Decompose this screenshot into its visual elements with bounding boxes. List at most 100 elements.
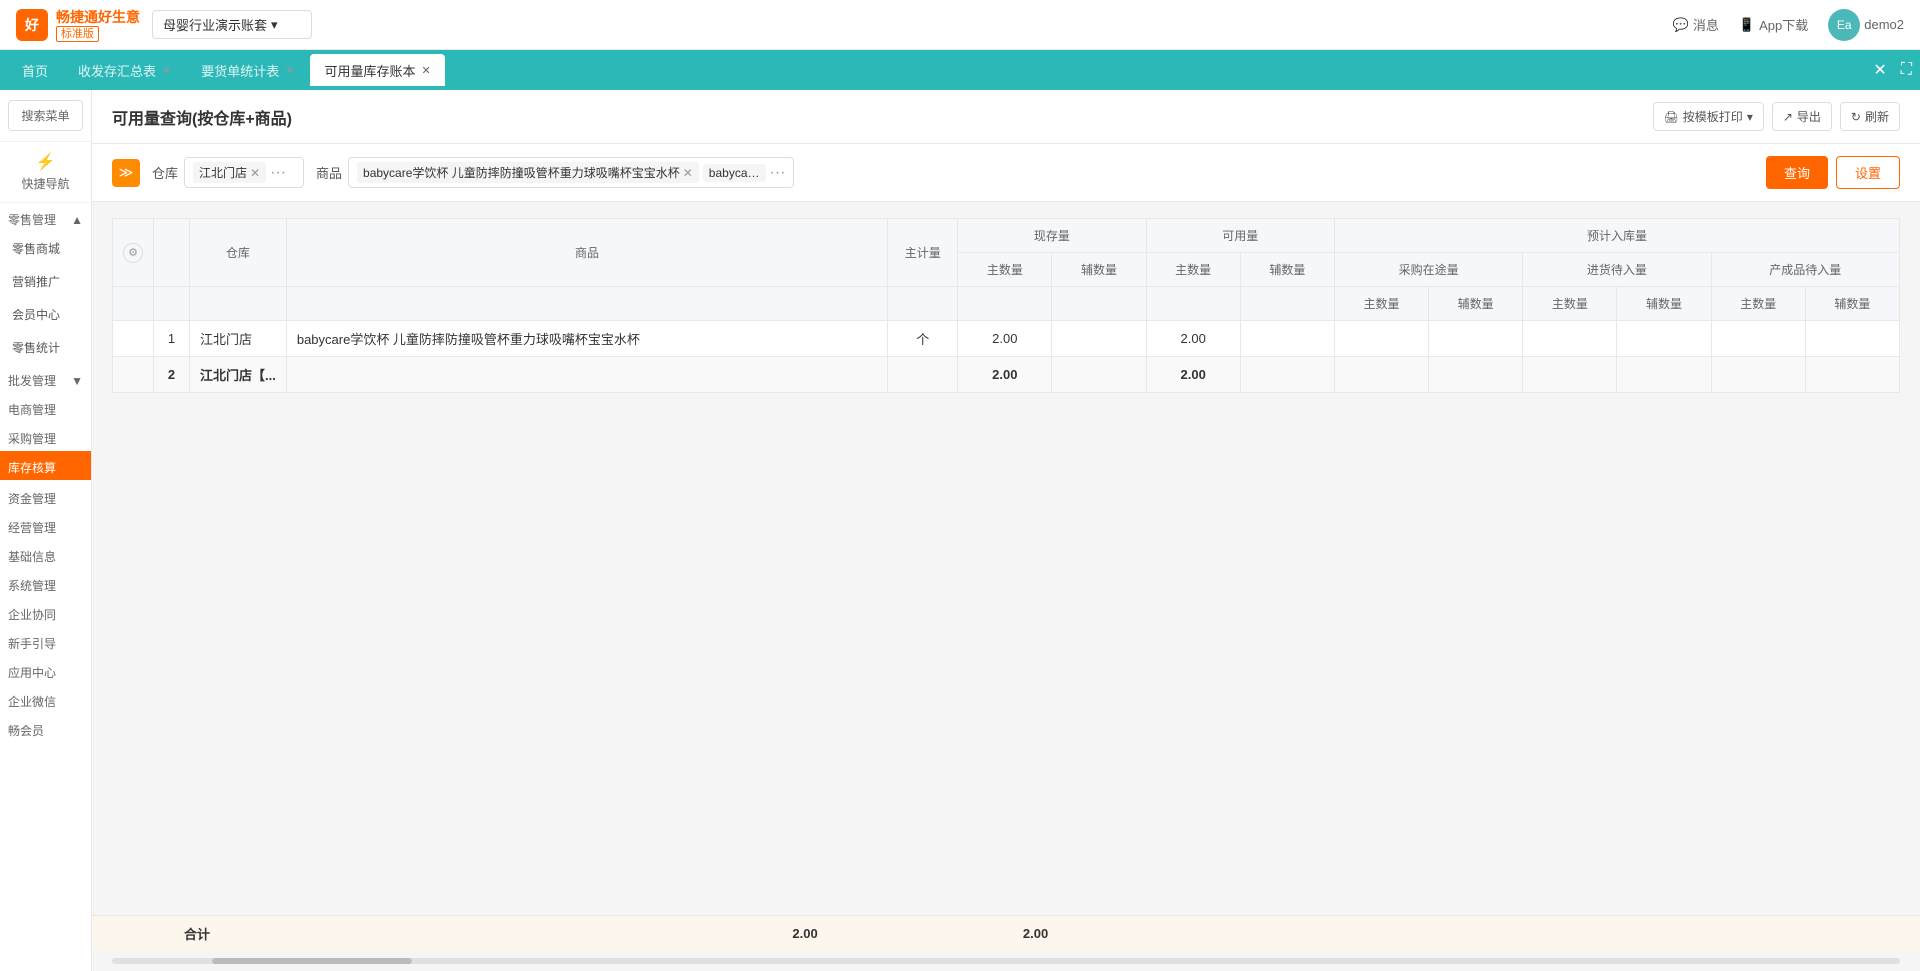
- row-incoming-main-1: [1523, 321, 1617, 357]
- tab-home-label: 首页: [22, 61, 48, 80]
- product-filter-input[interactable]: babycare学饮杯 儿童防摔防撞吸管杯重力球吸嘴杯宝宝水杯 ✕ babyca…: [348, 157, 794, 188]
- tab-available-stock[interactable]: 可用量库存账本 ✕: [310, 54, 444, 86]
- column-settings-button[interactable]: ⚙: [123, 243, 143, 263]
- refresh-icon: ↻: [1851, 110, 1861, 124]
- sidebar-section-purchase[interactable]: 采购管理: [0, 422, 91, 451]
- product-filter-more[interactable]: ···: [770, 164, 786, 182]
- row-available-aux-1: [1240, 321, 1334, 357]
- refresh-button[interactable]: ↻ 刷新: [1840, 102, 1900, 131]
- sidebar-section-wholesale[interactable]: 批发管理 ▼: [0, 364, 91, 393]
- quick-nav-icon: ⚡: [36, 152, 56, 172]
- warehouse-filter-label: 仓库: [152, 163, 178, 182]
- inventory-section-label: 库存核算: [8, 459, 56, 476]
- enterprise-wechat-label: 企业微信: [8, 693, 56, 710]
- footer-empty-1: [112, 924, 148, 943]
- page-header: 可用量查询(按仓库+商品) 🖨 按模板打印 ▾ ↗ 导出 ↻ 刷新: [92, 90, 1920, 144]
- th-empty-1: [113, 287, 154, 321]
- warehouse-tag: 江北门店 ✕: [193, 162, 266, 183]
- sidebar-section-newbie[interactable]: 新手引导: [0, 627, 91, 656]
- close-all-tabs-button[interactable]: ✕: [1865, 56, 1894, 84]
- th-incoming-main: 主数量: [1523, 287, 1617, 321]
- sidebar-section-basic-info[interactable]: 基础信息: [0, 540, 91, 569]
- th-current-main: 主数量: [958, 253, 1052, 287]
- sidebar-section-ecommerce[interactable]: 电商管理: [0, 393, 91, 422]
- footer-available-aux: [1093, 924, 1208, 943]
- warehouse-tag-remove[interactable]: ✕: [250, 166, 260, 180]
- table-row: 1 江北门店 babycare学饮杯 儿童防摔防撞吸管杯重力球吸嘴杯宝宝水杯 个…: [113, 321, 1900, 357]
- filter-toggle-button[interactable]: ≫: [112, 159, 140, 187]
- app-icon: 📱: [1739, 17, 1755, 33]
- page-title: 可用量查询(按仓库+商品): [112, 105, 292, 141]
- scroll-thumb[interactable]: [212, 958, 412, 964]
- nav-tabs: 首页 收发存汇总表 ✕ 要货单统计表 ✕ 可用量库存账本 ✕ ✕ ⛶: [0, 50, 1920, 90]
- th-row-num: [154, 219, 190, 287]
- message-icon: 💬: [1673, 17, 1689, 33]
- industry-selector[interactable]: 母婴行业演示账套 ▾: [152, 10, 312, 39]
- sidebar-section-enterprise[interactable]: 企业协同: [0, 598, 91, 627]
- finance-section-label: 资金管理: [8, 490, 56, 507]
- app-download-button[interactable]: 📱 App下载: [1739, 15, 1808, 34]
- sidebar-section-finance[interactable]: 资金管理: [0, 482, 91, 511]
- row-unit-2: [888, 357, 958, 393]
- tab-available-stock-close[interactable]: ✕: [422, 64, 431, 77]
- enterprise-section-label: 企业协同: [8, 606, 56, 623]
- row-incoming-aux-2: [1617, 357, 1711, 393]
- sidebar-item-quick-nav[interactable]: ⚡ 快捷导航: [0, 142, 91, 203]
- message-button[interactable]: 💬 消息: [1673, 15, 1719, 34]
- logo-area: 好 畅捷通好生意 标准版: [16, 8, 140, 42]
- sidebar-section-inventory[interactable]: 库存核算: [0, 451, 91, 480]
- chang-member-label: 畅会员: [8, 722, 44, 739]
- tab-home[interactable]: 首页: [8, 54, 62, 86]
- sidebar-section-enterprise-wechat[interactable]: 企业微信: [0, 685, 91, 714]
- sidebar-section-app-center[interactable]: 应用中心: [0, 656, 91, 685]
- sidebar-item-retail-stats[interactable]: 零售统计: [0, 331, 91, 364]
- tab-receivable-close[interactable]: ✕: [162, 64, 171, 77]
- search-menu-button[interactable]: 搜索菜单: [8, 100, 83, 131]
- row-current-aux-2: [1052, 357, 1146, 393]
- export-icon: ↗: [1783, 110, 1793, 124]
- sidebar-section-system[interactable]: 系统管理: [0, 569, 91, 598]
- row-current-main-1: 2.00: [958, 321, 1052, 357]
- tab-order-stats-close[interactable]: ✕: [285, 64, 294, 77]
- export-button[interactable]: ↗ 导出: [1772, 102, 1832, 131]
- sidebar-section-operations[interactable]: 经营管理: [0, 511, 91, 540]
- sidebar-section-chang-member[interactable]: 畅会员: [0, 714, 91, 743]
- logo-main-text: 畅捷通好生意: [56, 8, 140, 26]
- wholesale-section-label: 批发管理: [8, 372, 56, 389]
- settings-button[interactable]: 设置: [1836, 156, 1900, 189]
- sidebar-item-members[interactable]: 会员中心: [0, 298, 91, 331]
- user-profile[interactable]: Ea demo2: [1828, 9, 1904, 41]
- footer-finished-main: [1669, 924, 1784, 943]
- quick-nav-label: 快捷导航: [21, 175, 69, 192]
- maximize-button[interactable]: ⛶: [1901, 61, 1912, 79]
- footer-purchase-aux: [1324, 924, 1439, 943]
- row-purchase-aux-2: [1429, 357, 1523, 393]
- table-container[interactable]: ⚙ 仓库 商品 主计量 现存量 可用量 预计入库量 主数量 辅数量 主数量: [92, 202, 1920, 915]
- page-header-actions: 🖨 按模板打印 ▾ ↗ 导出 ↻ 刷新: [1653, 102, 1900, 143]
- top-bar: 好 畅捷通好生意 标准版 母婴行业演示账套 ▾ 💬 消息 📱 App下载 Ea …: [0, 0, 1920, 50]
- wholesale-section-arrow: ▼: [71, 374, 83, 388]
- query-button[interactable]: 查询: [1766, 156, 1828, 189]
- tab-receivable[interactable]: 收发存汇总表 ✕: [64, 54, 185, 86]
- filter-actions: 查询 设置: [1766, 156, 1900, 189]
- th-empty-5: [888, 287, 958, 321]
- sidebar-section-retail[interactable]: 零售管理 ▲: [0, 203, 91, 232]
- tab-order-stats[interactable]: 要货单统计表 ✕: [187, 54, 308, 86]
- sidebar-item-marketing[interactable]: 营销推广: [0, 265, 91, 298]
- print-template-button[interactable]: 🖨 按模板打印 ▾: [1653, 102, 1764, 131]
- warehouse-filter-input[interactable]: 江北门店 ✕ ···: [184, 157, 304, 188]
- product-tag-1-remove[interactable]: ✕: [683, 166, 693, 180]
- logo-icon: 好: [16, 9, 48, 41]
- horizontal-scrollbar[interactable]: [92, 951, 1920, 971]
- product-tag-2-value: babyca…: [709, 166, 760, 180]
- row-available-main-2: 2.00: [1146, 357, 1240, 393]
- sidebar-item-retail-mall[interactable]: 零售商城: [0, 232, 91, 265]
- sidebar: 搜索菜单 ⚡ 快捷导航 零售管理 ▲ 零售商城 营销推广 会员中心 零售统计 批…: [0, 90, 92, 971]
- warehouse-filter-more[interactable]: ···: [270, 164, 286, 182]
- footer-incoming-main: [1439, 924, 1554, 943]
- row-available-main-1: 2.00: [1146, 321, 1240, 357]
- export-label: 导出: [1797, 108, 1821, 125]
- app-center-section-label: 应用中心: [8, 664, 56, 681]
- top-bar-right: 💬 消息 📱 App下载 Ea demo2: [1673, 9, 1904, 41]
- newbie-section-label: 新手引导: [8, 635, 56, 652]
